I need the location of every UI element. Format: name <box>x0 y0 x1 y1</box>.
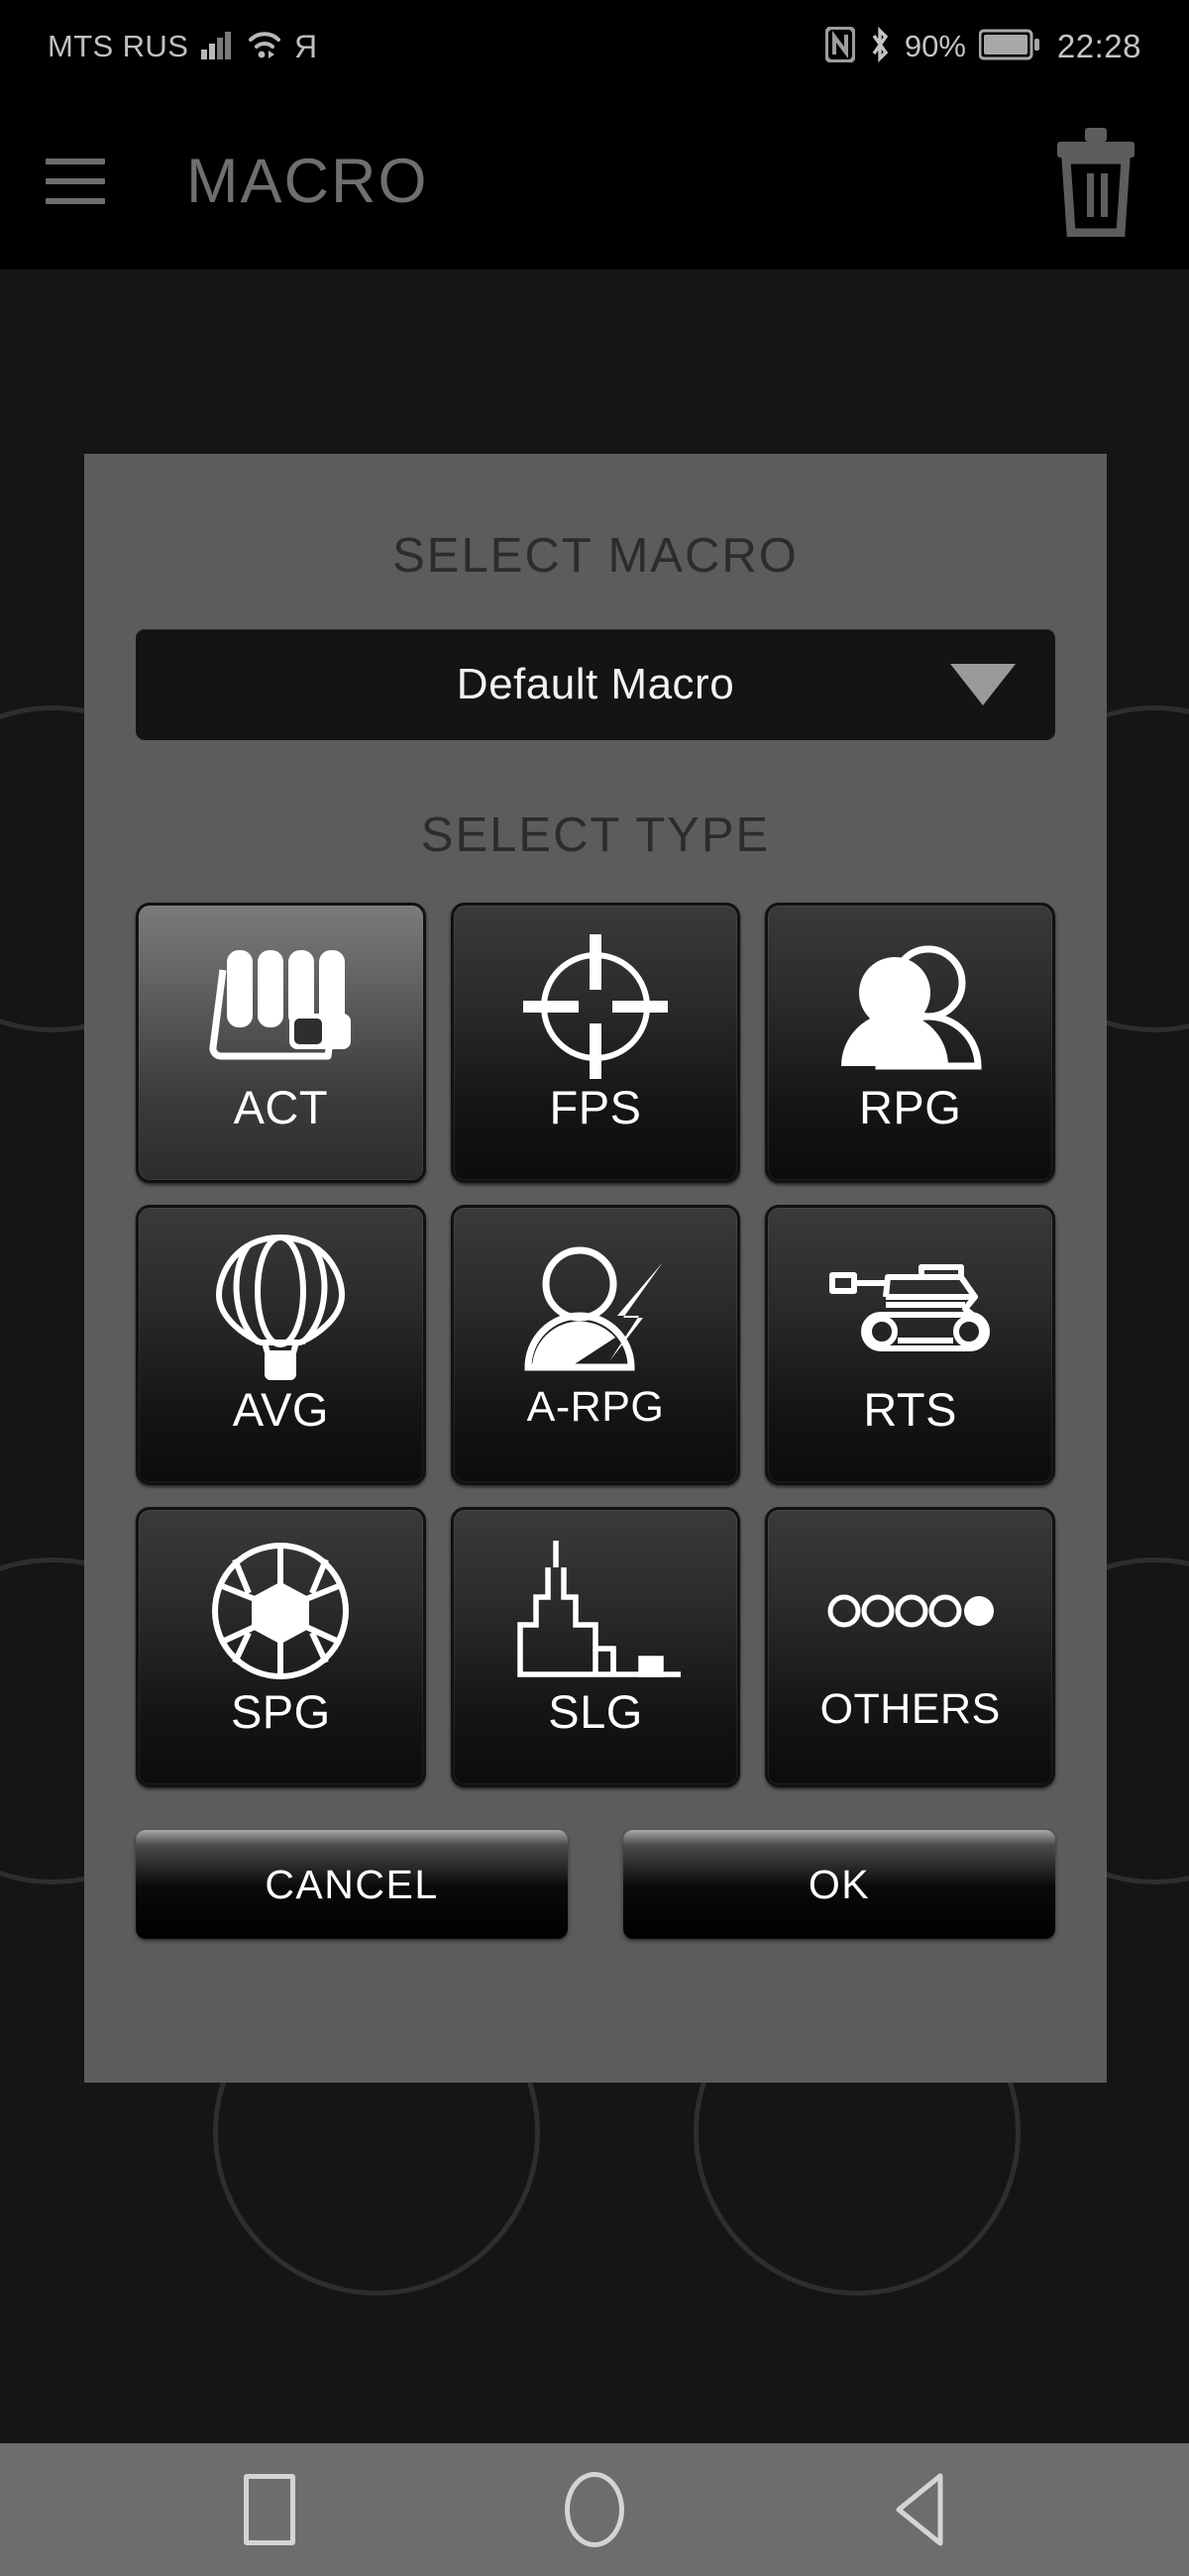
type-tile-label: ACT <box>233 1081 329 1133</box>
select-macro-dialog: SELECT MACRO Default Macro SELECT TYPE A… <box>84 454 1107 2083</box>
type-tile-slg[interactable]: SLG <box>450 1507 741 1787</box>
battery-percent-label: 90% <box>904 29 966 63</box>
hot-air-balloon-icon <box>213 1234 348 1384</box>
clock-label: 22:28 <box>1056 28 1141 64</box>
chevron-down-icon <box>950 664 1016 705</box>
wifi-icon <box>248 30 281 64</box>
status-bar-right: 90% 22:28 <box>823 25 1141 68</box>
type-tile-label: RPG <box>858 1081 962 1133</box>
tank-icon <box>826 1234 995 1384</box>
type-tile-rpg[interactable]: RPG <box>765 903 1055 1183</box>
status-bar: MTS RUS R 90% 22:28 <box>0 0 1189 93</box>
triangle-back-icon[interactable] <box>860 2455 979 2564</box>
type-tile-label: SPG <box>230 1685 331 1738</box>
type-grid: ACT FPS RPG AVG A-RPG RTS SPG SLG OTHERS <box>136 903 1055 1787</box>
macro-dropdown[interactable]: Default Macro <box>136 629 1055 740</box>
dots-icon <box>826 1536 995 1686</box>
carrier-label: MTS RUS <box>48 29 189 63</box>
bluetooth-icon <box>868 26 892 68</box>
type-tile-spg[interactable]: SPG <box>136 1507 426 1787</box>
trash-icon[interactable] <box>1048 127 1143 237</box>
type-tile-label: OTHERS <box>819 1685 1001 1733</box>
battery-icon <box>978 29 1040 65</box>
select-macro-heading: SELECT MACRO <box>392 529 799 583</box>
two-people-icon <box>833 931 988 1082</box>
type-tile-act[interactable]: ACT <box>136 903 426 1183</box>
type-tile-label: FPS <box>549 1081 642 1133</box>
type-tile-label: AVG <box>232 1383 329 1436</box>
type-tile-label: A-RPG <box>526 1383 665 1431</box>
yandex-icon: R <box>294 29 318 64</box>
city-skyline-icon <box>510 1536 681 1686</box>
select-type-heading: SELECT TYPE <box>420 808 771 862</box>
android-nav-bar <box>0 2443 1189 2576</box>
type-tile-others[interactable]: OTHERS <box>765 1507 1055 1787</box>
fist-icon <box>207 931 354 1082</box>
square-recents-icon[interactable] <box>210 2455 329 2564</box>
cancel-button[interactable]: CANCEL <box>136 1830 568 1939</box>
type-tile-fps[interactable]: FPS <box>450 903 741 1183</box>
macro-dropdown-value: Default Macro <box>456 660 735 708</box>
dialog-actions: CANCEL OK <box>136 1830 1055 1939</box>
phone-screen: MTS RUS R 90% 22:28 MACRO SELECT MACRO D… <box>0 0 1189 2576</box>
type-tile-label: RTS <box>863 1383 957 1436</box>
app-bar: MACRO <box>0 93 1189 269</box>
hamburger-menu-icon[interactable] <box>46 159 105 204</box>
ok-button[interactable]: OK <box>623 1830 1055 1939</box>
circle-home-icon[interactable] <box>535 2455 654 2564</box>
nfc-icon <box>823 25 856 67</box>
person-lightning-icon <box>518 1234 673 1384</box>
type-tile-avg[interactable]: AVG <box>136 1205 426 1485</box>
type-tile-label: SLG <box>548 1685 643 1738</box>
soccer-ball-icon <box>209 1536 352 1686</box>
status-bar-left: MTS RUS R <box>48 29 317 64</box>
crosshair-icon <box>521 931 670 1082</box>
signal-bars-icon <box>201 30 235 64</box>
type-tile-a-rpg[interactable]: A-RPG <box>450 1205 741 1485</box>
type-tile-rts[interactable]: RTS <box>765 1205 1055 1485</box>
page-title: MACRO <box>186 147 429 216</box>
